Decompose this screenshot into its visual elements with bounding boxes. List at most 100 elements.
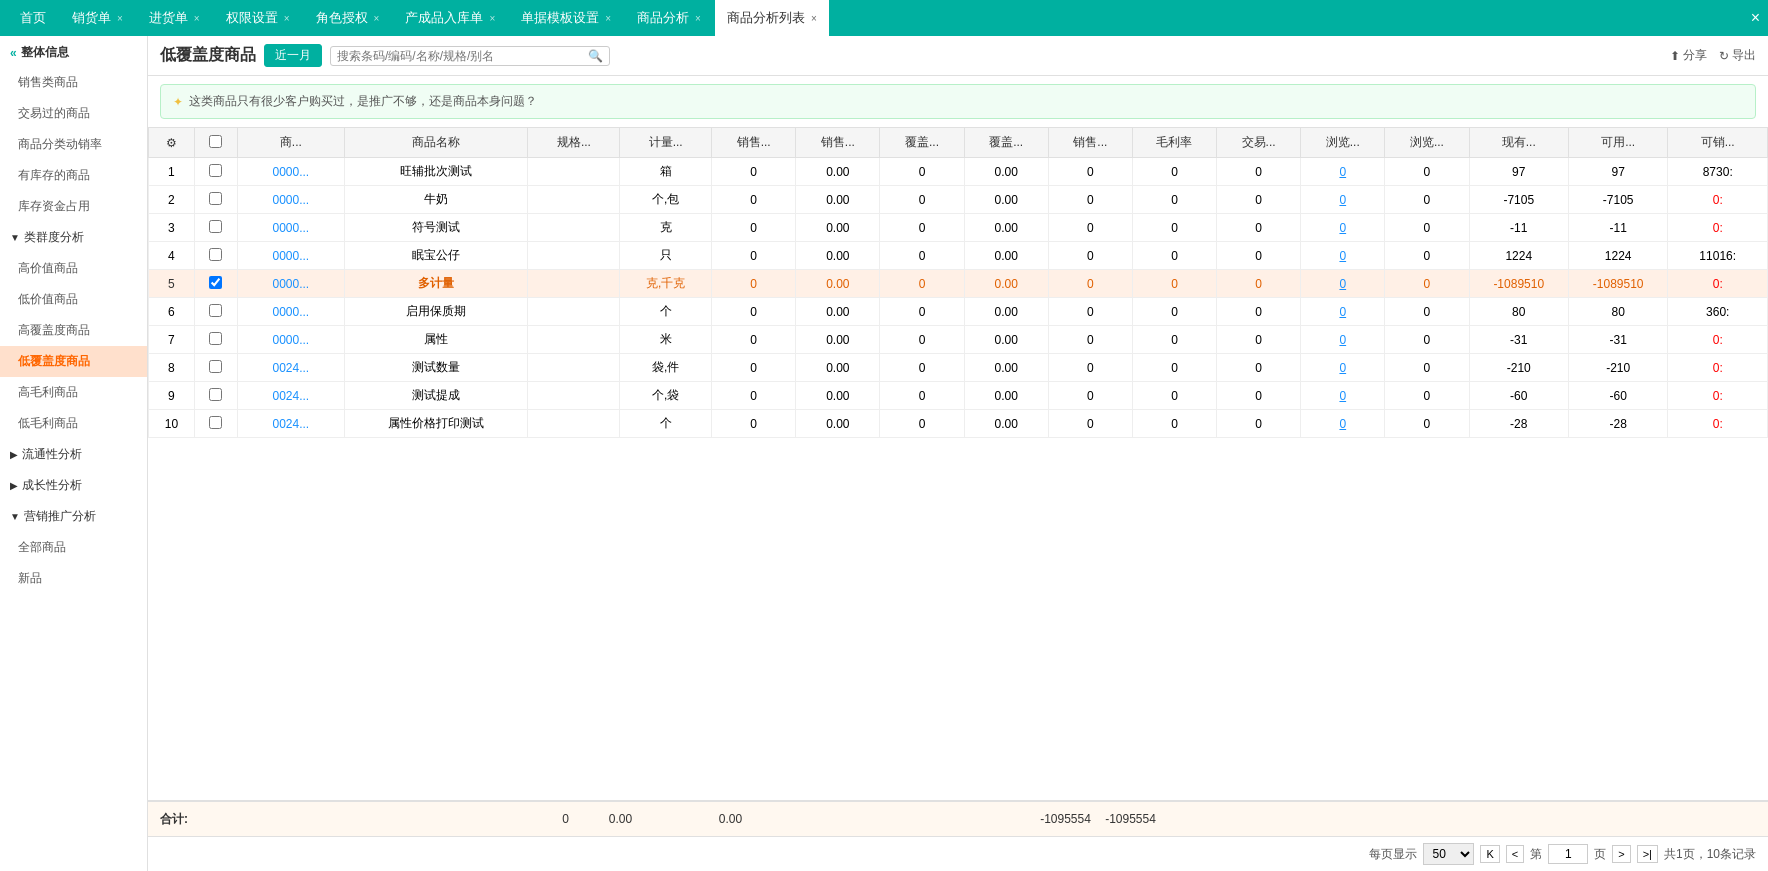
tab-product-analysis[interactable]: 商品分析 × <box>625 0 713 36</box>
cell-checkbox[interactable] <box>194 270 237 298</box>
settings-icon[interactable]: ⚙ <box>166 136 177 150</box>
th-checkbox[interactable] <box>194 128 237 158</box>
sidebar-item-with-stock[interactable]: 有库存的商品 <box>0 160 147 191</box>
first-page-button[interactable]: K <box>1480 845 1499 863</box>
sidebar-item-low-value[interactable]: 低价值商品 <box>0 284 147 315</box>
tab-home[interactable]: 首页 <box>8 0 58 36</box>
tab-product-instock[interactable]: 产成品入库单 × <box>393 0 507 36</box>
cell-view1[interactable]: 0 <box>1301 326 1385 354</box>
close-permission-settings-tab[interactable]: × <box>284 13 290 24</box>
th-coverage2[interactable]: 覆盖... <box>964 128 1048 158</box>
cell-checkbox[interactable] <box>194 214 237 242</box>
sidebar-item-stock-capital[interactable]: 库存资金占用 <box>0 191 147 222</box>
cell-checkbox[interactable] <box>194 354 237 382</box>
cell-checkbox[interactable] <box>194 298 237 326</box>
row-checkbox[interactable] <box>209 220 222 233</box>
cell-view1[interactable]: 0 <box>1301 382 1385 410</box>
sidebar-item-sales-products[interactable]: 销售类商品 <box>0 67 147 98</box>
select-all-checkbox[interactable] <box>209 135 222 148</box>
th-unit[interactable]: 计量... <box>620 128 712 158</box>
th-view2[interactable]: 浏览... <box>1385 128 1469 158</box>
row-checkbox[interactable] <box>209 164 222 177</box>
th-sales1[interactable]: 销售... <box>712 128 796 158</box>
close-purchase-order-tab[interactable]: × <box>194 13 200 24</box>
sidebar-group-qty-analysis[interactable]: ▼ 类群度分析 <box>0 222 147 253</box>
th-sales3[interactable]: 销售... <box>1048 128 1132 158</box>
search-icon[interactable]: 🔍 <box>588 49 603 63</box>
close-sales-order-tab[interactable]: × <box>117 13 123 24</box>
sidebar-group-flow-analysis[interactable]: ▶ 流通性分析 <box>0 439 147 470</box>
cell-view1[interactable]: 0 <box>1301 410 1385 438</box>
cell-view1[interactable]: 0 <box>1301 270 1385 298</box>
pagination: 每页显示 50 100 200 K < 第 页 > >| 共1页，10条记录 <box>148 836 1768 871</box>
cell-stock: 80 <box>1469 298 1568 326</box>
row-checkbox[interactable] <box>209 192 222 205</box>
tab-sales-order[interactable]: 销货单 × <box>60 0 135 36</box>
cell-checkbox[interactable] <box>194 382 237 410</box>
sidebar-item-high-coverage[interactable]: 高覆盖度商品 <box>0 315 147 346</box>
row-checkbox[interactable] <box>209 360 222 373</box>
row-checkbox[interactable] <box>209 276 222 289</box>
last-page-button[interactable]: >| <box>1637 845 1658 863</box>
sidebar-item-category-turnover[interactable]: 商品分类动销率 <box>0 129 147 160</box>
sidebar-item-low-margin[interactable]: 低毛利商品 <box>0 408 147 439</box>
per-page-select[interactable]: 50 100 200 <box>1423 843 1474 865</box>
close-template-settings-tab[interactable]: × <box>605 13 611 24</box>
sidebar-group-promo-analysis[interactable]: ▼ 营销推广分析 <box>0 501 147 532</box>
sidebar-item-all-products[interactable]: 全部商品 <box>0 532 147 563</box>
tab-purchase-order[interactable]: 进货单 × <box>137 0 212 36</box>
share-button[interactable]: ⬆ 分享 <box>1670 47 1707 64</box>
sidebar-item-high-value[interactable]: 高价值商品 <box>0 253 147 284</box>
row-checkbox[interactable] <box>209 304 222 317</box>
sidebar-group-growth-analysis[interactable]: ▶ 成长性分析 <box>0 470 147 501</box>
cell-view1[interactable]: 0 <box>1301 354 1385 382</box>
th-stock[interactable]: 现有... <box>1469 128 1568 158</box>
page-number-input[interactable] <box>1548 844 1588 864</box>
cell-checkbox[interactable] <box>194 242 237 270</box>
cell-view1[interactable]: 0 <box>1301 214 1385 242</box>
row-checkbox[interactable] <box>209 388 222 401</box>
sidebar-overall-section[interactable]: « 整体信息 <box>0 36 147 67</box>
th-code[interactable]: 商... <box>237 128 344 158</box>
cell-view1[interactable]: 0 <box>1301 158 1385 186</box>
tab-role-auth[interactable]: 角色授权 × <box>304 0 392 36</box>
next-page-button[interactable]: > <box>1612 845 1630 863</box>
close-all-tabs-button[interactable]: × <box>1751 9 1760 27</box>
cell-checkbox[interactable] <box>194 186 237 214</box>
export-button[interactable]: ↻ 导出 <box>1719 47 1756 64</box>
th-product-name[interactable]: 商品名称 <box>344 128 528 158</box>
search-input[interactable] <box>337 49 584 63</box>
th-sales2[interactable]: 销售... <box>796 128 880 158</box>
row-checkbox[interactable] <box>209 332 222 345</box>
close-product-analysis-tab[interactable]: × <box>695 13 701 24</box>
row-checkbox[interactable] <box>209 248 222 261</box>
close-product-analysis-list-tab[interactable]: × <box>811 13 817 24</box>
sidebar-item-high-margin[interactable]: 高毛利商品 <box>0 377 147 408</box>
cell-unit: 个 <box>620 298 712 326</box>
th-settings[interactable]: ⚙ <box>149 128 195 158</box>
sidebar-item-traded-products[interactable]: 交易过的商品 <box>0 98 147 129</box>
row-checkbox[interactable] <box>209 416 222 429</box>
th-coverage1[interactable]: 覆盖... <box>880 128 964 158</box>
th-trade[interactable]: 交易... <box>1217 128 1301 158</box>
tab-template-settings[interactable]: 单据模板设置 × <box>509 0 623 36</box>
cell-checkbox[interactable] <box>194 326 237 354</box>
close-role-auth-tab[interactable]: × <box>374 13 380 24</box>
tab-product-analysis-list[interactable]: 商品分析列表 × <box>715 0 829 36</box>
th-saleable[interactable]: 可销... <box>1668 128 1768 158</box>
prev-page-button[interactable]: < <box>1506 845 1524 863</box>
period-button[interactable]: 近一月 <box>264 44 322 67</box>
sidebar-item-new-products[interactable]: 新品 <box>0 563 147 594</box>
cell-view1[interactable]: 0 <box>1301 186 1385 214</box>
th-margin[interactable]: 毛利率 <box>1132 128 1216 158</box>
tab-permission-settings[interactable]: 权限设置 × <box>214 0 302 36</box>
th-spec[interactable]: 规格... <box>528 128 620 158</box>
sidebar-item-low-coverage[interactable]: 低覆盖度商品 <box>0 346 147 377</box>
th-avail[interactable]: 可用... <box>1568 128 1667 158</box>
cell-checkbox[interactable] <box>194 410 237 438</box>
cell-view1[interactable]: 0 <box>1301 242 1385 270</box>
close-product-instock-tab[interactable]: × <box>489 13 495 24</box>
th-view1[interactable]: 浏览... <box>1301 128 1385 158</box>
cell-checkbox[interactable] <box>194 158 237 186</box>
cell-view1[interactable]: 0 <box>1301 298 1385 326</box>
